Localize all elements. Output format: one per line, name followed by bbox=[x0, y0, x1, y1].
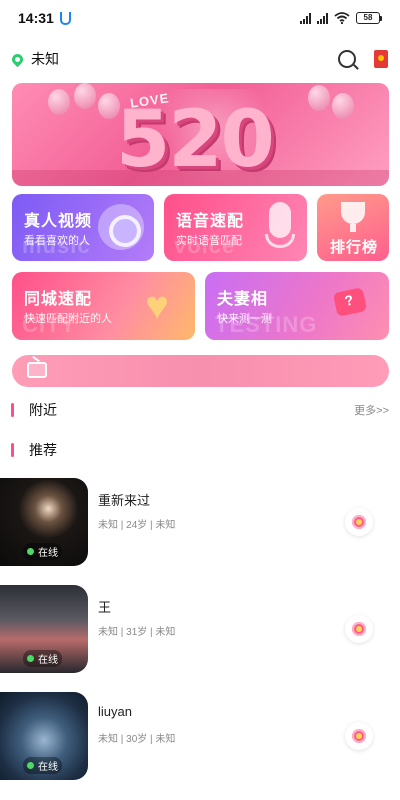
user-list-item[interactable]: 在线 liuyan 未知 | 30岁 | 未知 bbox=[0, 692, 400, 780]
user-name: 重新来过 bbox=[98, 493, 151, 508]
send-flower-button[interactable] bbox=[345, 615, 373, 643]
feature-card-voice[interactable]: voice 语音速配 实时语音匹配 bbox=[164, 194, 307, 261]
feature-subtitle: 看看喜欢的人 bbox=[24, 235, 90, 247]
send-flower-button[interactable] bbox=[345, 722, 373, 750]
balloon-icon bbox=[74, 83, 96, 109]
avatar[interactable]: 在线 bbox=[0, 692, 88, 780]
balloon-icon bbox=[332, 93, 354, 119]
battery-level: 58 bbox=[356, 12, 380, 24]
heart-icon: ♥ bbox=[145, 284, 169, 328]
flower-icon bbox=[352, 622, 366, 636]
location-label[interactable]: 未知 bbox=[31, 49, 59, 69]
user-meta: 未知 | 24岁 | 未知 bbox=[98, 520, 176, 531]
balloon-icon bbox=[308, 85, 330, 111]
online-dot-icon bbox=[27, 655, 34, 662]
feature-title: 真人视频 bbox=[24, 213, 93, 230]
section-title-recommend: 推荐 bbox=[29, 442, 57, 458]
microphone-icon bbox=[269, 202, 291, 238]
status-icons: 58 bbox=[300, 12, 382, 24]
online-badge: 在线 bbox=[23, 543, 62, 560]
send-flower-button[interactable] bbox=[345, 508, 373, 536]
promo-banner[interactable]: LOVE 520 bbox=[12, 83, 389, 186]
status-time: 14:31 bbox=[18, 10, 54, 26]
section-nearby: 附近 更多>> bbox=[11, 398, 389, 422]
feature-title: 排行榜 bbox=[330, 239, 379, 256]
camera-icon bbox=[98, 204, 144, 250]
user-list-item[interactable]: 在线 王 未知 | 31岁 | 未知 bbox=[0, 585, 400, 673]
online-dot-icon bbox=[27, 762, 34, 769]
section-recommend: 推荐 bbox=[11, 438, 389, 462]
feature-card-couple-face[interactable]: TESTING 夫妻相 快来测一测 bbox=[205, 272, 389, 340]
red-packet-icon[interactable] bbox=[374, 50, 388, 68]
user-list-item[interactable]: 在线 重新来过 未知 | 24岁 | 未知 bbox=[0, 478, 400, 566]
feature-card-city-match[interactable]: CITY ♥ 同城速配 快速匹配附近的人 bbox=[12, 272, 195, 340]
notice-strip[interactable] bbox=[12, 355, 389, 387]
location-header: 未知 bbox=[0, 42, 400, 76]
status-bar: 14:31 58 bbox=[0, 0, 400, 36]
user-meta: 未知 | 30岁 | 未知 bbox=[98, 734, 176, 745]
search-icon[interactable] bbox=[338, 50, 356, 68]
section-title-nearby: 附近 bbox=[29, 402, 57, 418]
feature-card-ranking[interactable]: 排行榜 bbox=[317, 194, 389, 261]
signal-icon-1 bbox=[300, 12, 311, 24]
avatar[interactable]: 在线 bbox=[0, 478, 88, 566]
question-bubble-icon bbox=[332, 287, 368, 317]
user-name: 王 bbox=[98, 600, 112, 615]
trophy-icon bbox=[341, 202, 365, 232]
feature-title: 语音速配 bbox=[176, 213, 245, 230]
avatar[interactable]: 在线 bbox=[0, 585, 88, 673]
battery-icon: 58 bbox=[356, 12, 382, 24]
user-name: liuyan bbox=[98, 704, 132, 719]
flower-icon bbox=[352, 729, 366, 743]
feature-subtitle: 实时语音匹配 bbox=[176, 235, 242, 247]
location-pin-icon bbox=[9, 51, 26, 67]
signal-icon-2 bbox=[317, 12, 328, 24]
more-link[interactable]: 更多>> bbox=[354, 402, 389, 418]
feature-subtitle: 快速匹配附近的人 bbox=[24, 313, 112, 325]
feature-card-video[interactable]: music 真人视频 看看喜欢的人 bbox=[12, 194, 154, 261]
balloon-icon bbox=[48, 89, 70, 115]
feature-title: 同城速配 bbox=[24, 291, 93, 308]
user-meta: 未知 | 31岁 | 未知 bbox=[98, 627, 176, 638]
online-dot-icon bbox=[27, 548, 34, 555]
tv-icon bbox=[27, 362, 47, 378]
feature-title: 夫妻相 bbox=[217, 291, 269, 308]
feature-subtitle: 快来测一测 bbox=[217, 313, 272, 325]
wifi-icon bbox=[334, 12, 350, 24]
app-shield-icon bbox=[59, 11, 71, 25]
online-badge: 在线 bbox=[23, 650, 62, 667]
banner-520-text: 520 bbox=[116, 95, 275, 185]
flower-icon bbox=[352, 515, 366, 529]
online-badge: 在线 bbox=[23, 757, 62, 774]
